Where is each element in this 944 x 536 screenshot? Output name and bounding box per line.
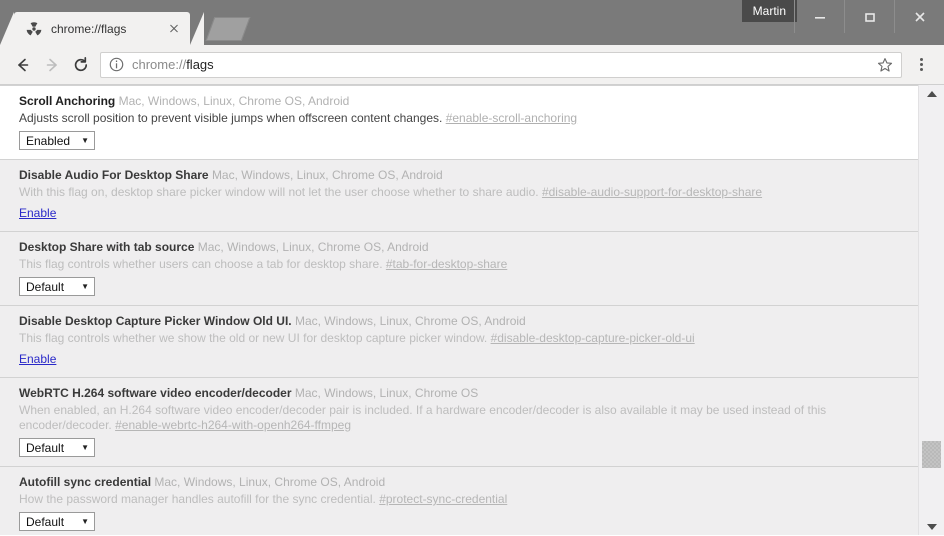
flag-select-value: Default — [26, 279, 65, 294]
flag-select-value: Default — [26, 440, 65, 455]
flag-heading: Desktop Share with tab source Mac, Windo… — [19, 240, 902, 255]
chevron-down-icon: ▼ — [81, 516, 89, 526]
flag-name: Disable Audio For Desktop Share — [19, 168, 209, 182]
maximize-icon — [864, 12, 875, 22]
flag-heading: Autofill sync credential Mac, Windows, L… — [19, 475, 902, 490]
flag-platforms: Mac, Windows, Linux, Chrome OS, Android — [154, 475, 386, 489]
flags-list: Scroll Anchoring Mac, Windows, Linux, Ch… — [0, 85, 918, 535]
window-controls — [794, 0, 944, 33]
flag-row: Desktop Share with tab source Mac, Windo… — [0, 232, 918, 306]
forward-button — [37, 50, 66, 79]
browser-toolbar: chrome://flags — [0, 45, 944, 85]
maximize-button[interactable] — [844, 0, 894, 33]
page-info-icon[interactable] — [109, 57, 124, 72]
arrow-right-icon — [46, 58, 57, 71]
chrome-menu-button[interactable] — [908, 51, 934, 79]
flag-row: Scroll Anchoring Mac, Windows, Linux, Ch… — [0, 85, 918, 160]
chevron-down-icon: ▼ — [81, 281, 89, 291]
back-button[interactable] — [8, 50, 37, 79]
minimize-icon — [814, 16, 825, 19]
flag-row: WebRTC H.264 software video encoder/deco… — [0, 378, 918, 467]
flag-name: Disable Desktop Capture Picker Window Ol… — [19, 314, 292, 328]
flag-platforms: Mac, Windows, Linux, Chrome OS, Android — [197, 240, 429, 254]
close-icon — [914, 11, 925, 22]
minimize-button[interactable] — [794, 0, 844, 33]
flag-select[interactable]: Default ▼ — [19, 438, 95, 457]
flag-description: This flag controls whether we show the o… — [19, 331, 902, 346]
flag-heading: Scroll Anchoring Mac, Windows, Linux, Ch… — [19, 94, 902, 109]
flag-platforms: Mac, Windows, Linux, Chrome OS, Android — [118, 94, 350, 108]
flag-name: Scroll Anchoring — [19, 94, 116, 108]
flag-platforms: Mac, Windows, Linux, Chrome OS, Android — [294, 314, 526, 328]
url-rest: flags — [186, 57, 214, 72]
flag-description-text: Adjusts scroll position to prevent visib… — [19, 111, 443, 125]
vertical-scrollbar[interactable] — [918, 85, 944, 535]
flag-description-text: How the password manager handles autofil… — [19, 492, 376, 506]
scroll-up-button[interactable] — [919, 85, 944, 102]
flag-enable-link[interactable]: Enable — [19, 206, 56, 220]
chevron-down-icon: ▼ — [81, 442, 89, 452]
flag-row: Disable Desktop Capture Picker Window Ol… — [0, 306, 918, 378]
flag-platforms: Mac, Windows, Linux, Chrome OS, Android — [211, 168, 443, 182]
flag-hash-link[interactable]: #enable-webrtc-h264-with-openh264-ffmpeg — [115, 418, 351, 432]
flag-select-value: Default — [26, 514, 65, 529]
flag-platforms: Mac, Windows, Linux, Chrome OS — [294, 386, 479, 400]
flag-heading: WebRTC H.264 software video encoder/deco… — [19, 386, 902, 401]
triangle-down-icon — [926, 523, 937, 530]
flag-row: Disable Audio For Desktop Share Mac, Win… — [0, 160, 918, 232]
bookmark-star-icon[interactable] — [875, 57, 895, 73]
url-scheme: chrome:// — [132, 57, 187, 72]
flag-hash-link[interactable]: #disable-desktop-capture-picker-old-ui — [491, 331, 695, 345]
new-tab-button[interactable] — [205, 17, 251, 41]
page-viewport: Scroll Anchoring Mac, Windows, Linux, Ch… — [0, 85, 944, 535]
flag-description-text: This flag controls whether users can cho… — [19, 257, 383, 271]
profile-name-chip[interactable]: Martin — [741, 0, 797, 22]
menu-dot — [919, 58, 923, 61]
flag-name: Autofill sync credential — [19, 475, 152, 489]
flag-description: With this flag on, desktop share picker … — [19, 185, 902, 200]
scroll-down-button[interactable] — [919, 518, 944, 535]
reload-button[interactable] — [66, 50, 95, 79]
address-bar-text: chrome://flags — [132, 57, 875, 72]
tab-strip: chrome://flags — [0, 0, 251, 45]
flag-select[interactable]: Default ▼ — [19, 512, 95, 531]
flag-description: How the password manager handles autofil… — [19, 492, 902, 507]
triangle-up-icon — [926, 90, 937, 97]
flag-select[interactable]: Enabled ▼ — [19, 131, 95, 150]
flag-description: When enabled, an H.264 software video en… — [19, 403, 902, 433]
radioactive-icon — [26, 21, 42, 35]
title-bar: chrome://flags Martin — [0, 0, 944, 45]
flag-hash-link[interactable]: #enable-scroll-anchoring — [446, 111, 577, 125]
flag-hash-link[interactable]: #protect-sync-credential — [379, 492, 507, 506]
flag-hash-link[interactable]: #disable-audio-support-for-desktop-share — [542, 185, 762, 199]
flag-heading: Disable Desktop Capture Picker Window Ol… — [19, 314, 902, 329]
browser-window: chrome://flags Martin chrome://flags Scr… — [0, 0, 944, 536]
flag-select[interactable]: Default ▼ — [19, 277, 95, 296]
flag-select-value: Enabled — [26, 133, 71, 148]
tab-title: chrome://flags — [51, 21, 127, 36]
flag-description-text: With this flag on, desktop share picker … — [19, 185, 539, 199]
flag-description: This flag controls whether users can cho… — [19, 257, 902, 272]
menu-dot — [919, 63, 923, 66]
flag-enable-link[interactable]: Enable — [19, 352, 56, 366]
scrollbar-thumb[interactable] — [922, 441, 941, 468]
flag-description: Adjusts scroll position to prevent visib… — [19, 111, 902, 126]
close-window-button[interactable] — [894, 0, 944, 33]
arrow-left-icon — [17, 58, 28, 71]
address-bar[interactable]: chrome://flags — [100, 51, 902, 78]
flag-hash-link[interactable]: #tab-for-desktop-share — [386, 257, 507, 271]
chevron-down-icon: ▼ — [81, 135, 89, 145]
flag-row: Autofill sync credential Mac, Windows, L… — [0, 467, 918, 535]
browser-tab[interactable]: chrome://flags — [14, 12, 204, 45]
flag-name: WebRTC H.264 software video encoder/deco… — [19, 386, 292, 400]
flag-name: Desktop Share with tab source — [19, 240, 195, 254]
flag-description-text: This flag controls whether we show the o… — [19, 331, 488, 345]
flag-heading: Disable Audio For Desktop Share Mac, Win… — [19, 168, 902, 183]
reload-icon — [74, 56, 87, 71]
tab-close-icon[interactable] — [166, 21, 182, 37]
menu-dot — [919, 68, 923, 71]
